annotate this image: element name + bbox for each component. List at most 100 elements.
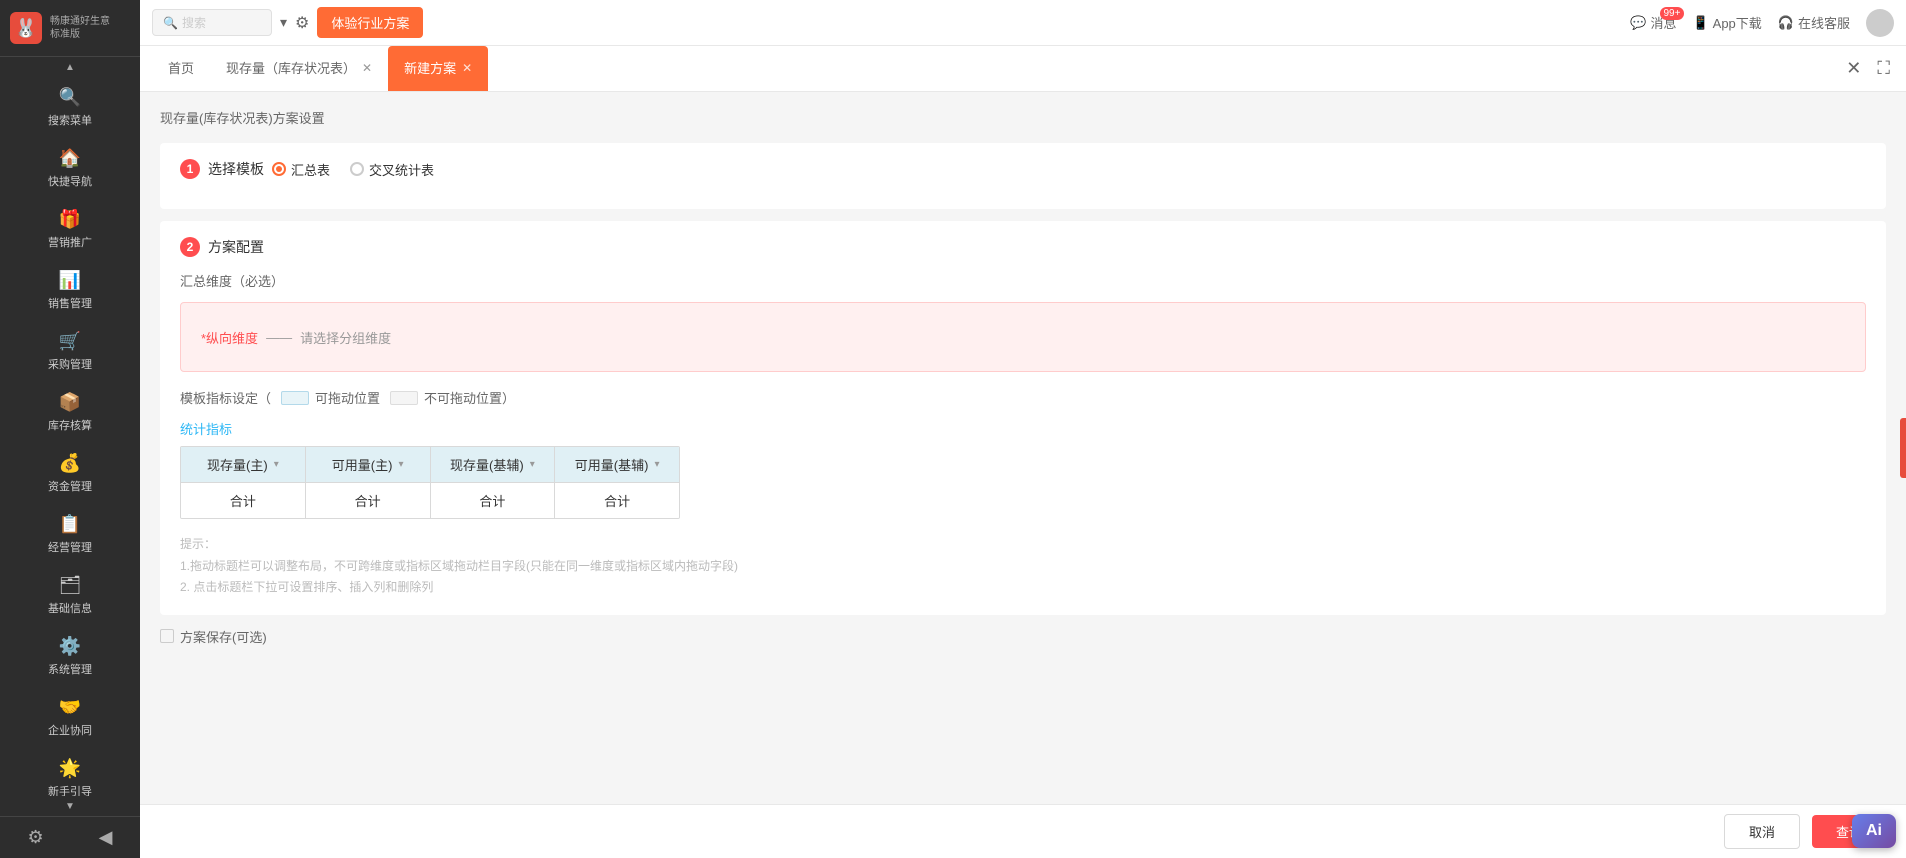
online-service-button[interactable]: 🎧 在线客服 <box>1778 13 1850 32</box>
main-area: 🔍 搜索 ▾ ⚙ 体验行业方案 💬 消息 99+ 📱 App下载 🎧 在线客服 <box>140 0 1906 858</box>
stat-col-3-header[interactable]: 可用量(基辅) ▾ <box>555 447 679 483</box>
stat-col-3-body: 合计 <box>555 483 679 518</box>
tabs-bar: 首页 现存量（库存状况表） ✕ 新建方案 ✕ ✕ ⛶ <box>140 46 1906 92</box>
save-option: 方案保存(可选) <box>160 627 1886 646</box>
headset-icon: 🎧 <box>1778 15 1794 31</box>
draggable-legend-box <box>281 391 309 405</box>
corp-icon: 🤝 <box>59 697 81 718</box>
topbar-right: 💬 消息 99+ 📱 App下载 🎧 在线客服 <box>1630 9 1894 37</box>
sidebar-item-purchase[interactable]: 🛒 采购管理 <box>0 321 140 382</box>
summary-dim-label: 汇总维度（必选） <box>180 271 1866 290</box>
operation-icon: 📋 <box>59 514 81 535</box>
cancel-button[interactable]: 取消 <box>1724 814 1800 849</box>
stat-col-0: 现存量(主) ▾ 合计 <box>181 447 306 518</box>
basic-icon: 🗂 <box>59 575 82 596</box>
stat-col-2-header[interactable]: 现存量(基辅) ▾ <box>431 447 555 483</box>
stat-col-3: 可用量(基辅) ▾ 合计 <box>555 447 679 518</box>
sidebar-item-operation[interactable]: 📋 经营管理 <box>0 504 140 565</box>
logo-text: 畅康通好生意 标准版 <box>50 15 110 41</box>
stat-table: 现存量(主) ▾ 合计 可用量(主) ▾ 合计 <box>180 446 680 519</box>
chevron-3-icon: ▾ <box>654 459 659 470</box>
non-draggable-legend-box <box>390 391 418 405</box>
sidebar-item-search[interactable]: 🔍 搜索菜单 <box>0 77 140 138</box>
page-content: 现存量(库存状况表)方案设置 1 选择模板 汇总表 交叉统计表 <box>140 92 1906 804</box>
tab-inventory-status[interactable]: 现存量（库存状况表） ✕ <box>210 46 388 91</box>
radio-summary-indicator <box>272 162 286 176</box>
stat-col-1-body: 合计 <box>306 483 430 518</box>
dimension-dash: —— <box>266 330 292 345</box>
tab-home[interactable]: 首页 <box>152 46 210 91</box>
expand-icon[interactable]: ⛶ <box>1873 54 1894 83</box>
sidebar: 🐰 畅康通好生意 标准版 ▲ 🔍 搜索菜单 🏠 快捷导航 🎁 营销推广 📊 销售… <box>0 0 140 858</box>
sidebar-scroll-up[interactable]: ▲ <box>0 57 140 77</box>
chevron-2-icon: ▾ <box>530 459 535 470</box>
search-menu-icon: 🔍 <box>59 87 81 108</box>
tab-close-new-scheme[interactable]: ✕ <box>462 61 472 75</box>
sidebar-scroll-down[interactable]: ▼ <box>0 796 140 816</box>
user-avatar[interactable] <box>1866 9 1894 37</box>
radio-cross-table[interactable]: 交叉统计表 <box>350 160 434 179</box>
stat-col-1-header[interactable]: 可用量(主) ▾ <box>306 447 430 483</box>
indicator-settings: 模板指标设定（ 可拖动位置 不可拖动位置） <box>180 388 1866 407</box>
radio-summary-table[interactable]: 汇总表 <box>272 160 330 179</box>
section2-title: 方案配置 <box>208 237 264 257</box>
page-title: 现存量(库存状况表)方案设置 <box>160 108 1886 127</box>
section1-title: 选择模板 <box>208 159 264 179</box>
tab-new-scheme[interactable]: 新建方案 ✕ <box>388 46 488 91</box>
save-checkbox[interactable] <box>160 629 174 643</box>
nav-icon: 🏠 <box>59 148 81 169</box>
sidebar-item-system[interactable]: ⚙️ 系统管理 <box>0 626 140 687</box>
ai-button[interactable]: Ai <box>1852 814 1896 848</box>
section2-header: 2 方案配置 <box>180 237 1866 257</box>
chevron-0-icon: ▾ <box>274 459 279 470</box>
sidebar-item-marketing[interactable]: 🎁 营销推广 <box>0 199 140 260</box>
sidebar-item-basic[interactable]: 🗂 基础信息 <box>0 565 140 626</box>
stat-col-2: 现存量(基辅) ▾ 合计 <box>431 447 556 518</box>
tips-area: 提示： 1.拖动标题栏可以调整布局，不可跨维度或指标区域拖动栏目字段(只能在同一… <box>180 534 1866 599</box>
sidebar-item-nav[interactable]: 🏠 快捷导航 <box>0 138 140 199</box>
message-button[interactable]: 💬 消息 99+ <box>1630 13 1676 32</box>
stat-col-0-header[interactable]: 现存量(主) ▾ <box>181 447 305 483</box>
sidebar-item-finance[interactable]: 💰 资金管理 <box>0 443 140 504</box>
collapse-icon[interactable]: ◀ <box>99 827 113 848</box>
sidebar-item-corp[interactable]: 🤝 企业协同 <box>0 687 140 748</box>
sidebar-item-inventory[interactable]: 📦 库存核算 <box>0 382 140 443</box>
legend-draggable: 可拖动位置 <box>281 388 380 407</box>
finance-icon: 💰 <box>59 453 81 474</box>
settings-icon[interactable]: ⚙ <box>28 827 44 848</box>
sidebar-bottom: ⚙ ◀ <box>0 816 140 858</box>
trial-button[interactable]: 体验行业方案 <box>317 7 423 38</box>
legend-non-draggable: 不可拖动位置） <box>390 388 515 407</box>
tabs-actions: ✕ ⛶ <box>1842 54 1894 83</box>
sidebar-logo: 🐰 畅康通好生意 标准版 <box>0 0 140 57</box>
section-config: 2 方案配置 汇总维度（必选） *纵向维度 —— 请选择分组维度 模板指标设定（… <box>160 221 1886 615</box>
stat-col-1: 可用量(主) ▾ 合计 <box>306 447 431 518</box>
save-option-label: 方案保存(可选) <box>180 627 267 646</box>
tab-close-inventory[interactable]: ✕ <box>362 61 372 75</box>
dimension-placeholder: 请选择分组维度 <box>300 328 391 347</box>
sidebar-item-sales[interactable]: 📊 销售管理 <box>0 260 140 321</box>
chevron-1-icon: ▾ <box>398 459 403 470</box>
section1-num: 1 <box>180 159 200 179</box>
dropdown-icon[interactable]: ▾ <box>280 14 287 31</box>
dimension-area[interactable]: *纵向维度 —— 请选择分组维度 <box>180 302 1866 372</box>
inventory-icon: 📦 <box>59 392 81 413</box>
section1-header: 1 选择模板 汇总表 交叉统计表 <box>180 159 1866 179</box>
sales-icon: 📊 <box>59 270 81 291</box>
phone-icon: 📱 <box>1692 15 1708 31</box>
system-icon: ⚙️ <box>59 636 81 657</box>
sidebar-item-guide[interactable]: 🌟 新手引导 <box>0 748 140 796</box>
logo-icon: 🐰 <box>10 12 42 44</box>
marketing-icon: 🎁 <box>59 209 81 230</box>
search-box[interactable]: 🔍 搜索 <box>152 9 272 36</box>
app-download-button[interactable]: 📱 App下载 <box>1692 13 1761 32</box>
close-window-icon[interactable]: ✕ <box>1842 54 1865 83</box>
search-icon: 🔍 <box>163 16 178 30</box>
stat-table-header: 现存量(主) ▾ 合计 可用量(主) ▾ 合计 <box>181 447 679 518</box>
stat-table-label: 统计指标 <box>180 419 1866 438</box>
topbar: 🔍 搜索 ▾ ⚙ 体验行业方案 💬 消息 99+ 📱 App下载 🎧 在线客服 <box>140 0 1906 46</box>
template-radio-group: 汇总表 交叉统计表 <box>272 160 434 179</box>
section-template: 1 选择模板 汇总表 交叉统计表 <box>160 143 1886 209</box>
purchase-icon: 🛒 <box>59 331 81 352</box>
gear-icon[interactable]: ⚙ <box>295 13 309 33</box>
